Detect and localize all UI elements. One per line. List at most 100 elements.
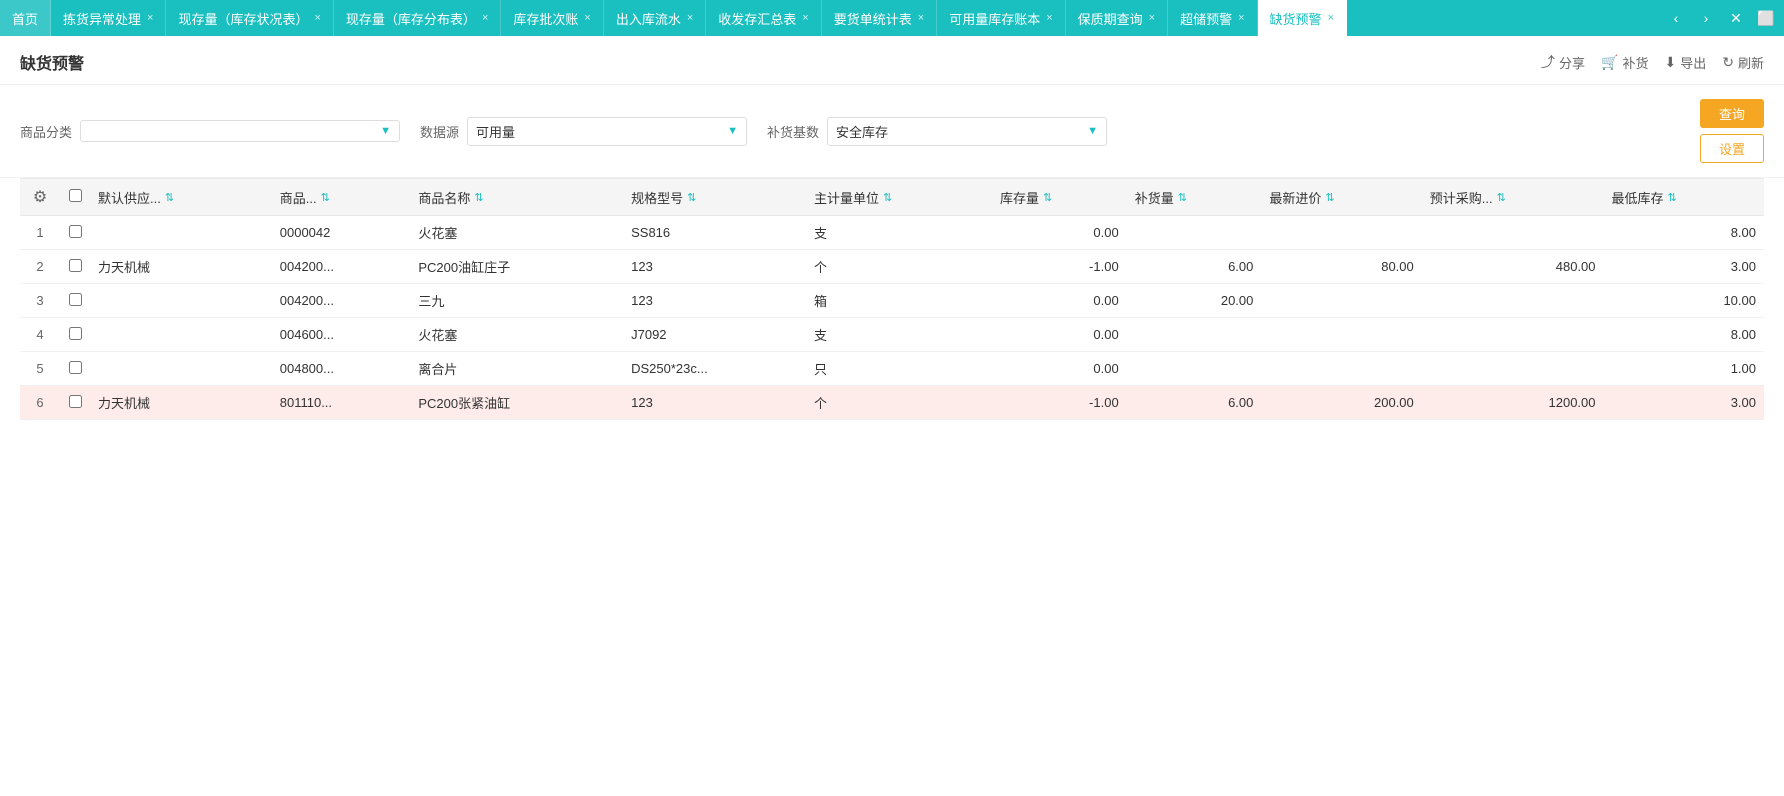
page-header: 缺货预警 ⤴ 分享 🛒 补货 ⬇ 导出 ↻ 刷新 xyxy=(0,36,1784,85)
nav-prev-button[interactable]: ‹ xyxy=(1662,4,1690,32)
row-spec: 123 xyxy=(623,284,806,318)
th-unit: 主计量单位 ⇅ xyxy=(806,179,992,216)
tab-label: 保质期查询 xyxy=(1078,9,1143,28)
row-replenish xyxy=(1127,318,1262,352)
row-checkbox-cell[interactable] xyxy=(60,216,90,250)
row-stock: 0.00 xyxy=(992,318,1127,352)
row-checkbox[interactable] xyxy=(69,395,82,408)
table-header-row: ⚙ 默认供应... ⇅ 商品... ⇅ xyxy=(20,179,1764,216)
replenish-select[interactable]: 安全库存 ▼ xyxy=(827,117,1107,146)
tab-close-icon[interactable]: × xyxy=(1149,12,1155,24)
row-checkbox-cell[interactable] xyxy=(60,284,90,318)
sort-replenish-icon[interactable]: ⇅ xyxy=(1178,191,1187,204)
row-checkbox[interactable] xyxy=(69,225,82,238)
th-replenish: 补货量 ⇅ xyxy=(1127,179,1262,216)
nav-tab-shou-fa[interactable]: 收发存汇总表 × xyxy=(706,0,821,36)
row-checkbox[interactable] xyxy=(69,327,82,340)
sort-supplier-icon[interactable]: ⇅ xyxy=(165,191,174,204)
row-checkbox-cell[interactable] xyxy=(60,352,90,386)
nav-tab-chao-e[interactable]: 超储预警 × xyxy=(1168,0,1257,36)
share-label: 分享 xyxy=(1559,53,1585,72)
nav-close-button[interactable]: ✕ xyxy=(1722,4,1750,32)
category-select[interactable]: ▼ xyxy=(80,120,400,142)
row-product-code: 004200... xyxy=(272,284,411,318)
row-checkbox[interactable] xyxy=(69,361,82,374)
sort-product-name-icon[interactable]: ⇅ xyxy=(474,191,483,204)
row-num: 2 xyxy=(20,250,60,284)
row-spec: 123 xyxy=(623,250,806,284)
tab-close-icon[interactable]: × xyxy=(147,12,153,24)
nav-tab-pi-ci[interactable]: 库存批次账 × xyxy=(501,0,603,36)
sort-est-purchase-icon[interactable]: ⇅ xyxy=(1497,191,1506,204)
header-actions: ⤴ 分享 🛒 补货 ⬇ 导出 ↻ 刷新 xyxy=(1541,52,1764,72)
row-spec: J7092 xyxy=(623,318,806,352)
tab-close-icon[interactable]: × xyxy=(1238,12,1244,24)
tab-close-icon[interactable]: × xyxy=(687,12,693,24)
nav-tab-xian-cun-1[interactable]: 现存量（库存状况表） × xyxy=(166,0,333,36)
th-product-name: 商品名称 ⇅ xyxy=(410,179,623,216)
nav-tab-xian-cun-2[interactable]: 现存量（库存分布表） × xyxy=(334,0,501,36)
nav-tab-lian-huo[interactable]: 拣货异常处理 × xyxy=(51,0,166,36)
tab-close-icon[interactable]: × xyxy=(1328,12,1334,24)
th-gear[interactable]: ⚙ xyxy=(20,179,60,216)
tab-close-icon[interactable]: × xyxy=(584,12,590,24)
tab-close-icon[interactable]: × xyxy=(482,12,488,24)
row-supplier xyxy=(90,216,272,250)
th-stock: 库存量 ⇅ xyxy=(992,179,1127,216)
row-unit: 只 xyxy=(806,352,992,386)
settings-button[interactable]: 设置 xyxy=(1700,134,1764,163)
tab-close-icon[interactable]: × xyxy=(1046,12,1052,24)
sort-stock-icon[interactable]: ⇅ xyxy=(1043,191,1052,204)
row-checkbox-cell[interactable] xyxy=(60,318,90,352)
datasource-select[interactable]: 可用量 ▼ xyxy=(467,117,747,146)
replenish-icon: 🛒 xyxy=(1601,54,1618,71)
gear-icon[interactable]: ⚙ xyxy=(33,189,47,206)
th-latest-price-label: 最新进价 xyxy=(1269,188,1321,207)
tab-label: 缺货预警 xyxy=(1270,9,1322,28)
table-row: 4 004600... 火花塞 J7092 支 0.00 8.00 xyxy=(20,318,1764,352)
nav-tab-ke-yong[interactable]: 可用量库存账本 × xyxy=(937,0,1065,36)
row-product-name: 火花塞 xyxy=(410,318,623,352)
row-product-name: 离合片 xyxy=(410,352,623,386)
sort-min-stock-icon[interactable]: ⇅ xyxy=(1668,191,1677,204)
nav-tab-home[interactable]: 首页 xyxy=(0,0,51,36)
row-num: 5 xyxy=(20,352,60,386)
data-table: ⚙ 默认供应... ⇅ 商品... ⇅ xyxy=(20,178,1764,420)
row-product-code: 801110... xyxy=(272,386,411,420)
th-product-name-label: 商品名称 xyxy=(418,188,470,207)
row-checkbox[interactable] xyxy=(69,293,82,306)
row-unit: 支 xyxy=(806,318,992,352)
select-all-checkbox[interactable] xyxy=(69,189,82,202)
row-min-stock: 1.00 xyxy=(1604,352,1764,386)
refresh-button[interactable]: ↻ 刷新 xyxy=(1722,53,1764,72)
th-product-code: 商品... ⇅ xyxy=(272,179,411,216)
share-button[interactable]: ⤴ 分享 xyxy=(1541,52,1585,72)
row-checkbox[interactable] xyxy=(69,259,82,272)
nav-tab-que-huo[interactable]: 缺货预警 × xyxy=(1258,0,1347,36)
sort-unit-icon[interactable]: ⇅ xyxy=(883,191,892,204)
nav-maximize-button[interactable]: ⬜ xyxy=(1752,4,1780,32)
row-min-stock: 8.00 xyxy=(1604,216,1764,250)
replenish-button[interactable]: 🛒 补货 xyxy=(1601,53,1648,72)
tab-close-icon[interactable]: × xyxy=(802,12,808,24)
row-product-code: 0000042 xyxy=(272,216,411,250)
row-latest-price: 80.00 xyxy=(1261,250,1421,284)
th-min-stock: 最低库存 ⇅ xyxy=(1604,179,1764,216)
th-latest-price: 最新进价 ⇅ xyxy=(1261,179,1421,216)
nav-tab-yao-huo[interactable]: 要货单统计表 × xyxy=(822,0,937,36)
row-checkbox-cell[interactable] xyxy=(60,250,90,284)
nav-tab-liu-shui[interactable]: 出入库流水 × xyxy=(604,0,706,36)
row-est-purchase: 480.00 xyxy=(1422,250,1604,284)
export-button[interactable]: ⬇ 导出 xyxy=(1665,53,1707,72)
tab-close-icon[interactable]: × xyxy=(314,12,320,24)
row-min-stock: 3.00 xyxy=(1604,250,1764,284)
sort-spec-icon[interactable]: ⇅ xyxy=(687,191,696,204)
nav-next-button[interactable]: › xyxy=(1692,4,1720,32)
row-checkbox-cell[interactable] xyxy=(60,386,90,420)
sort-latest-price-icon[interactable]: ⇅ xyxy=(1325,191,1334,204)
sort-product-code-icon[interactable]: ⇅ xyxy=(321,191,330,204)
nav-tab-bao-zhi[interactable]: 保质期查询 × xyxy=(1066,0,1168,36)
tab-close-icon[interactable]: × xyxy=(918,12,924,24)
query-button[interactable]: 查询 xyxy=(1700,99,1764,128)
th-replenish-label: 补货量 xyxy=(1135,188,1174,207)
